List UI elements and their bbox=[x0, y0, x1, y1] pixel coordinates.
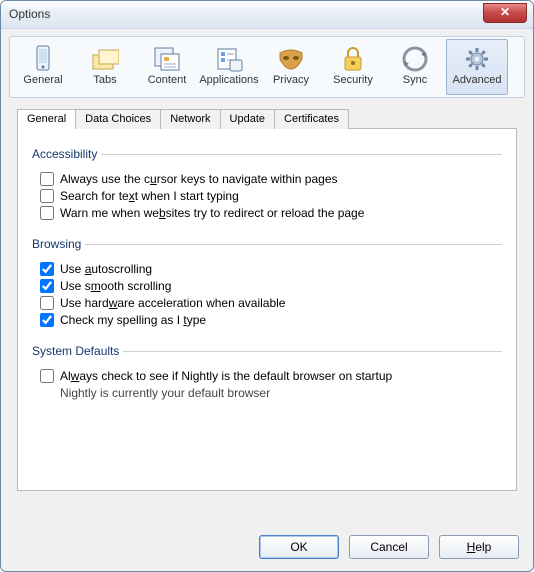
window-title: Options bbox=[9, 7, 50, 21]
hw-accel-checkbox[interactable] bbox=[40, 296, 54, 310]
category-label: Privacy bbox=[261, 74, 321, 86]
tab-update[interactable]: Update bbox=[220, 109, 275, 129]
cursor-keys-checkbox[interactable] bbox=[40, 172, 54, 186]
cursor-keys-checkbox-label[interactable]: Always use the cursor keys to navigate w… bbox=[60, 172, 338, 186]
default-browser-checkbox-row: Always check to see if Nightly is the de… bbox=[40, 369, 502, 383]
sync-icon bbox=[385, 44, 445, 74]
default-browser-checkbox[interactable] bbox=[40, 369, 54, 383]
group-legend: System Defaults bbox=[32, 344, 123, 358]
category-label: Security bbox=[323, 74, 383, 86]
hw-accel-checkbox-label[interactable]: Use hardware acceleration when available bbox=[60, 296, 285, 310]
browsing-group: Browsing Use autoscrolling Use smooth scr… bbox=[32, 237, 502, 330]
default-browser-status: Nightly is currently your default browse… bbox=[60, 386, 502, 400]
category-toolbar: GeneralTabsContentApplicationsPrivacySec… bbox=[9, 36, 525, 98]
tab-general[interactable]: General bbox=[17, 109, 76, 129]
general-category[interactable]: General bbox=[12, 39, 74, 95]
warn-redirect-checkbox[interactable] bbox=[40, 206, 54, 220]
search-text-checkbox-row: Search for text when I start typing bbox=[40, 189, 502, 203]
system-defaults-group: System Defaults Always check to see if N… bbox=[32, 344, 502, 400]
hw-accel-checkbox-row: Use hardware acceleration when available bbox=[40, 296, 502, 310]
autoscrolling-checkbox-label[interactable]: Use autoscrolling bbox=[60, 262, 152, 276]
content-category[interactable]: Content bbox=[136, 39, 198, 95]
gear-icon bbox=[447, 44, 507, 74]
category-label: Tabs bbox=[75, 74, 135, 86]
smooth-scrolling-checkbox-row: Use smooth scrolling bbox=[40, 279, 502, 293]
spellcheck-checkbox-row: Check my spelling as I type bbox=[40, 313, 502, 327]
advanced-category[interactable]: Advanced bbox=[446, 39, 508, 95]
security-category[interactable]: Security bbox=[322, 39, 384, 95]
accessibility-group: Accessibility Always use the cursor keys… bbox=[32, 147, 502, 223]
options-window: Options ✕ GeneralTabsContentApplications… bbox=[0, 0, 534, 572]
ok-button[interactable]: OK bbox=[259, 535, 339, 559]
help-button[interactable]: Help bbox=[439, 535, 519, 559]
mask-icon bbox=[261, 44, 321, 74]
smooth-scrolling-checkbox-label[interactable]: Use smooth scrolling bbox=[60, 279, 171, 293]
close-icon: ✕ bbox=[500, 5, 510, 19]
general-panel: Accessibility Always use the cursor keys… bbox=[17, 129, 517, 491]
group-legend: Browsing bbox=[32, 237, 85, 251]
category-label: Content bbox=[137, 74, 197, 86]
autoscrolling-checkbox[interactable] bbox=[40, 262, 54, 276]
category-label: General bbox=[13, 74, 73, 86]
content-icon bbox=[137, 44, 197, 74]
category-label: Advanced bbox=[447, 74, 507, 86]
dialog-buttons: OK Cancel Help bbox=[259, 535, 519, 559]
tab-certificates[interactable]: Certificates bbox=[274, 109, 349, 129]
warn-redirect-checkbox-label[interactable]: Warn me when websites try to redirect or… bbox=[60, 206, 364, 220]
search-text-checkbox[interactable] bbox=[40, 189, 54, 203]
lock-icon bbox=[323, 44, 383, 74]
close-button[interactable]: ✕ bbox=[483, 3, 527, 23]
tab-network[interactable]: Network bbox=[160, 109, 220, 129]
group-legend: Accessibility bbox=[32, 147, 101, 161]
cancel-button[interactable]: Cancel bbox=[349, 535, 429, 559]
cursor-keys-checkbox-row: Always use the cursor keys to navigate w… bbox=[40, 172, 502, 186]
category-label: Sync bbox=[385, 74, 445, 86]
search-text-checkbox-label[interactable]: Search for text when I start typing bbox=[60, 189, 239, 203]
spellcheck-checkbox-label[interactable]: Check my spelling as I type bbox=[60, 313, 206, 327]
applications-category[interactable]: Applications bbox=[198, 39, 260, 95]
subtab-strip: GeneralData ChoicesNetworkUpdateCertific… bbox=[17, 108, 517, 129]
warn-redirect-checkbox-row: Warn me when websites try to redirect or… bbox=[40, 206, 502, 220]
titlebar: Options ✕ bbox=[1, 1, 533, 29]
category-label: Applications bbox=[199, 74, 259, 86]
smooth-scrolling-checkbox[interactable] bbox=[40, 279, 54, 293]
default-browser-checkbox-label[interactable]: Always check to see if Nightly is the de… bbox=[60, 369, 392, 383]
spellcheck-checkbox[interactable] bbox=[40, 313, 54, 327]
privacy-category[interactable]: Privacy bbox=[260, 39, 322, 95]
tab-data-choices[interactable]: Data Choices bbox=[75, 109, 161, 129]
apps-icon bbox=[199, 44, 259, 74]
tabs-icon bbox=[75, 44, 135, 74]
tabs-category[interactable]: Tabs bbox=[74, 39, 136, 95]
phone-icon bbox=[13, 44, 73, 74]
autoscrolling-checkbox-row: Use autoscrolling bbox=[40, 262, 502, 276]
sync-category[interactable]: Sync bbox=[384, 39, 446, 95]
